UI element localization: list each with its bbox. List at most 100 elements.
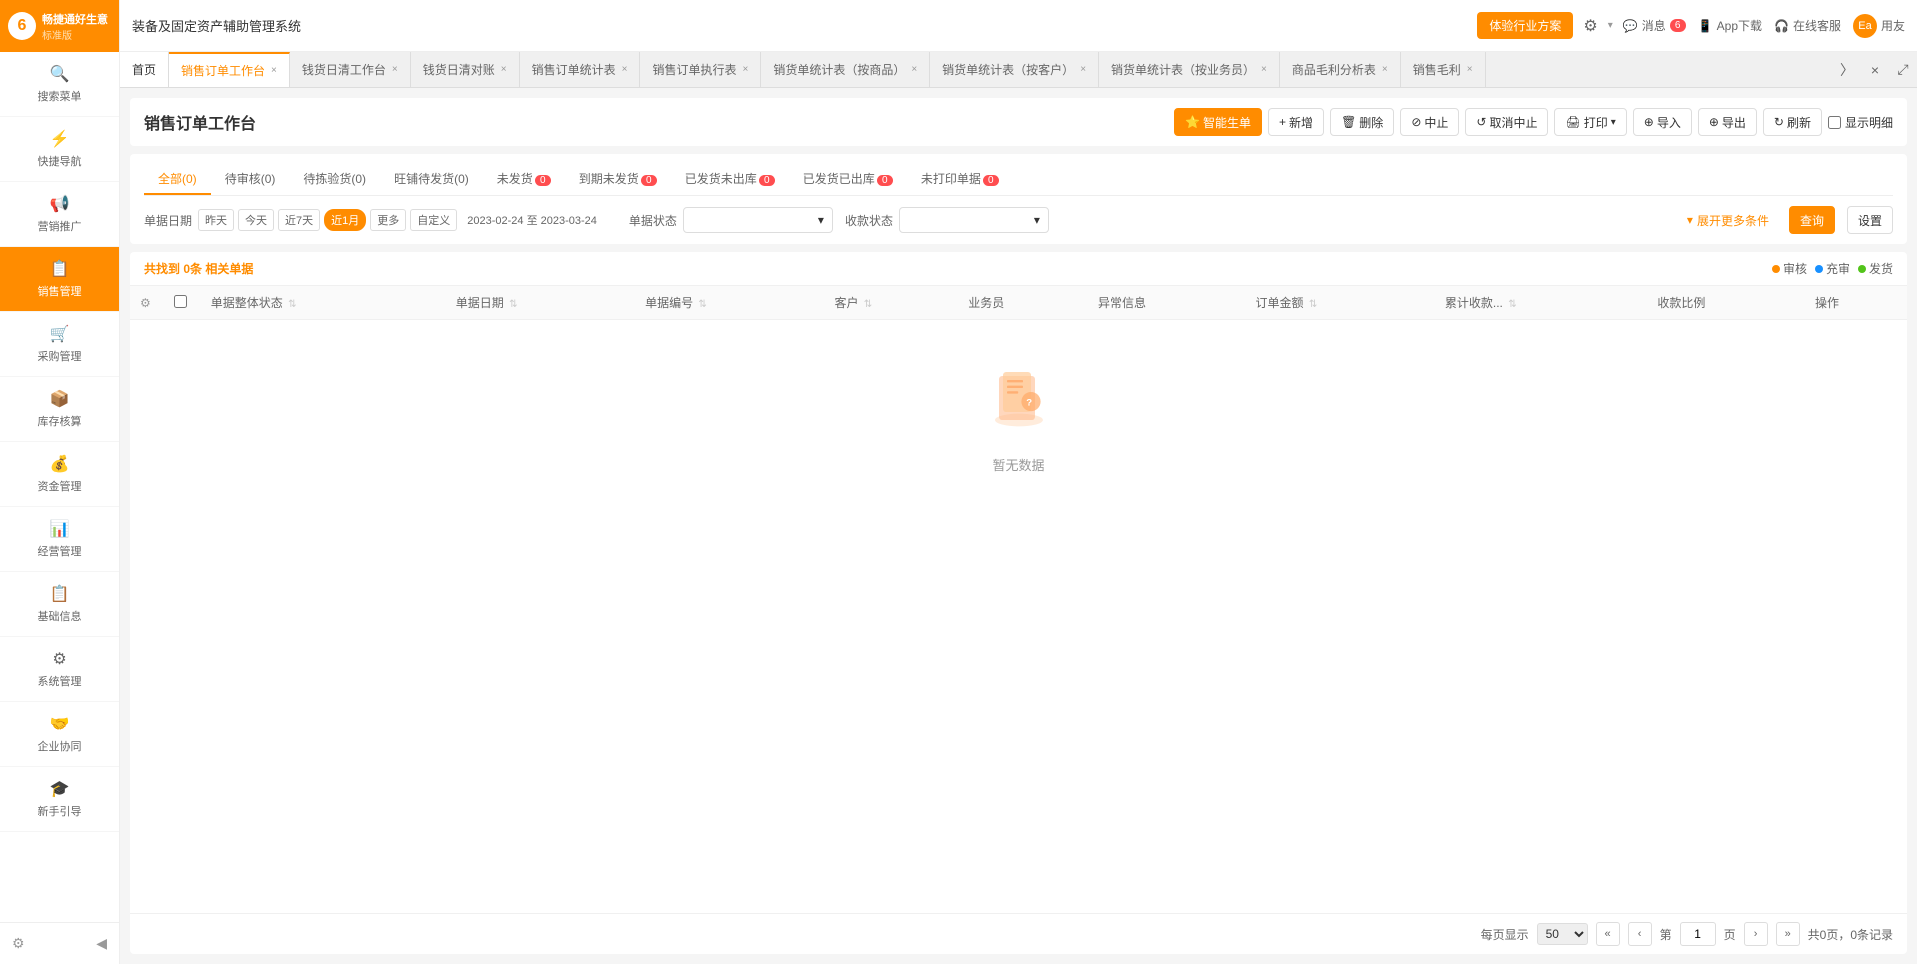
date-btn-2[interactable]: 近7天: [278, 209, 320, 231]
tab-close-10[interactable]: ×: [1467, 64, 1473, 75]
date-btn-1[interactable]: 今天: [238, 209, 274, 231]
sub-tab-7[interactable]: 已发货已出库0: [789, 164, 907, 195]
sub-tab-4[interactable]: 未发货0: [483, 164, 565, 195]
page-number-input[interactable]: [1680, 922, 1716, 946]
main-area: 装备及固定资产辅助管理系统 体验行业方案 ⚙ ▾ 💬 消息 6 📱 App下载 …: [120, 0, 1917, 964]
show-detail-checkbox[interactable]: [1828, 116, 1841, 129]
empty-icon: ?: [979, 360, 1059, 443]
sidebar-item-7[interactable]: 📊经营管理: [0, 507, 119, 572]
tab-10[interactable]: 销售毛利×: [1401, 52, 1486, 88]
tab-close-5[interactable]: ×: [742, 64, 748, 75]
col-settings[interactable]: ⚙: [130, 286, 161, 320]
date-btn-4[interactable]: 更多: [370, 209, 406, 231]
tab-close-2[interactable]: ×: [392, 64, 398, 75]
stop-btn[interactable]: ⊘ 中止: [1400, 108, 1459, 136]
sidebar-collapse-btn[interactable]: ◀: [92, 931, 111, 956]
tab-4[interactable]: 销售订单统计表×: [520, 52, 641, 88]
sidebar-item-1[interactable]: ⚡快捷导航: [0, 117, 119, 182]
add-btn[interactable]: + 新增: [1268, 108, 1324, 136]
tab-close-7[interactable]: ×: [1080, 64, 1086, 75]
sub-tab-1[interactable]: 待审核(0): [211, 164, 290, 195]
tab-9[interactable]: 商品毛利分析表 ×: [1280, 52, 1401, 88]
select-all-checkbox[interactable]: [174, 295, 187, 308]
tab-label-9: 商品毛利分析表: [1292, 61, 1376, 78]
tab-close-1[interactable]: ×: [271, 65, 277, 76]
refresh-icon: ↻: [1774, 115, 1784, 129]
next-page-btn[interactable]: ›: [1744, 922, 1768, 946]
table-action-btn-审核[interactable]: 审核: [1772, 260, 1807, 277]
table-action-btn-发货[interactable]: 发货: [1858, 260, 1893, 277]
dot-2: [1858, 265, 1866, 273]
sub-tab-2[interactable]: 待拣验货(0): [289, 164, 380, 195]
sidebar-item-9[interactable]: ⚙系统管理: [0, 637, 119, 702]
tab-close-9[interactable]: ×: [1382, 64, 1388, 75]
tab-close-all-btn[interactable]: ×: [1861, 56, 1889, 84]
tab-5[interactable]: 销售订单执行表×: [640, 52, 761, 88]
sub-tab-6[interactable]: 已发货未出库0: [671, 164, 789, 195]
tab-1[interactable]: 销售订单工作台×: [169, 52, 290, 88]
online-service-btn[interactable]: 🎧 在线客服: [1774, 17, 1841, 34]
sidebar-item-10[interactable]: 🤝企业协同: [0, 702, 119, 767]
tab-close-8[interactable]: ×: [1261, 64, 1267, 75]
nav-icon-2: 📢: [50, 194, 70, 214]
sidebar-item-5[interactable]: 📦库存核算: [0, 377, 119, 442]
prev-page-btn[interactable]: ‹: [1628, 922, 1652, 946]
filter-settings-btn[interactable]: 设置: [1847, 206, 1893, 234]
date-btn-5[interactable]: 自定义: [410, 209, 457, 231]
sidebar-item-2[interactable]: 📢营销推广: [0, 182, 119, 247]
last-page-btn[interactable]: »: [1776, 922, 1800, 946]
tab-fullscreen-btn[interactable]: ⤢: [1889, 56, 1917, 84]
header-dropdown-arrow[interactable]: ▾: [1608, 20, 1613, 31]
sidebar-item-3[interactable]: 📋销售管理: [0, 247, 119, 312]
tab-close-3[interactable]: ×: [501, 64, 507, 75]
tab-close-6[interactable]: ×: [911, 64, 917, 75]
sub-tab-0[interactable]: 全部(0): [144, 164, 211, 195]
filter-section: 全部(0)待审核(0)待拣验货(0)旺铺待发货(0)未发货0到期未发货0已发货未…: [130, 154, 1907, 244]
export-btn[interactable]: ⊕ 导出: [1698, 108, 1757, 136]
show-detail-label[interactable]: 显示明细: [1828, 114, 1893, 131]
sidebar-item-4[interactable]: 🛒采购管理: [0, 312, 119, 377]
payment-select[interactable]: ▾: [899, 207, 1049, 233]
header-settings-icon[interactable]: ⚙: [1583, 16, 1597, 36]
import-btn[interactable]: ⊕ 导入: [1633, 108, 1692, 136]
app-download-btn[interactable]: 📱 App下载: [1698, 17, 1762, 34]
delete-btn[interactable]: 🗑 删除: [1330, 108, 1394, 136]
sidebar-item-8[interactable]: 📋基础信息: [0, 572, 119, 637]
tab-8[interactable]: 销货单统计表（按业务员）×: [1099, 52, 1280, 88]
date-btn-0[interactable]: 昨天: [198, 209, 234, 231]
query-btn[interactable]: 查询: [1789, 206, 1835, 234]
page-size-select[interactable]: 20 50 100: [1537, 923, 1588, 945]
print-btn[interactable]: 🖨 打印 ▾: [1554, 108, 1626, 136]
sub-tab-5[interactable]: 到期未发货0: [565, 164, 671, 195]
smart-create-btn[interactable]: ⭐ 智能生单: [1174, 108, 1262, 136]
expand-btn[interactable]: ▾ 展开更多条件: [1687, 212, 1769, 229]
tab-3[interactable]: 钱货日清对账×: [411, 52, 520, 88]
sidebar-item-6[interactable]: 💰资金管理: [0, 442, 119, 507]
sidebar-item-0[interactable]: 🔍搜索菜单: [0, 52, 119, 117]
user-btn[interactable]: Ea 用友: [1853, 14, 1905, 38]
sidebar-item-11[interactable]: 🎓新手引导: [0, 767, 119, 832]
refresh-btn[interactable]: ↻ 刷新: [1763, 108, 1822, 136]
date-btn-3[interactable]: 近1月: [324, 209, 366, 231]
cancel-stop-btn[interactable]: ↺ 取消中止: [1465, 108, 1548, 136]
plus-icon: +: [1279, 115, 1286, 129]
header-actions: 💬 消息 6 📱 App下载 🎧 在线客服 Ea 用友: [1623, 14, 1905, 38]
tab-close-4[interactable]: ×: [622, 64, 628, 75]
sub-tab-3[interactable]: 旺铺待发货(0): [380, 164, 483, 195]
tab-6[interactable]: 销货单统计表（按商品）×: [761, 52, 930, 88]
sidebar-settings-btn[interactable]: ⚙: [8, 931, 29, 956]
tab-0[interactable]: 首页: [120, 52, 169, 88]
messages-btn[interactable]: 💬 消息 6: [1623, 17, 1686, 34]
table-action-btn-充审[interactable]: 充审: [1815, 260, 1850, 277]
filter-row: 单据日期 昨天今天近7天近1月更多自定义 2023-02-24 至 2023-0…: [144, 206, 1893, 234]
tab-7[interactable]: 销货单统计表（按客户）×: [930, 52, 1099, 88]
export-icon: ⊕: [1709, 115, 1719, 129]
tab-2[interactable]: 钱货日清工作台×: [290, 52, 411, 88]
status-select[interactable]: ▾: [683, 207, 833, 233]
tab-more-btn[interactable]: 〉: [1833, 56, 1861, 84]
message-icon: 💬: [1623, 19, 1638, 33]
experience-btn[interactable]: 体验行业方案: [1477, 12, 1573, 39]
sub-tab-count-1: (0): [261, 172, 276, 186]
sub-tab-8[interactable]: 未打印单据0: [907, 164, 1013, 195]
first-page-btn[interactable]: «: [1596, 922, 1620, 946]
